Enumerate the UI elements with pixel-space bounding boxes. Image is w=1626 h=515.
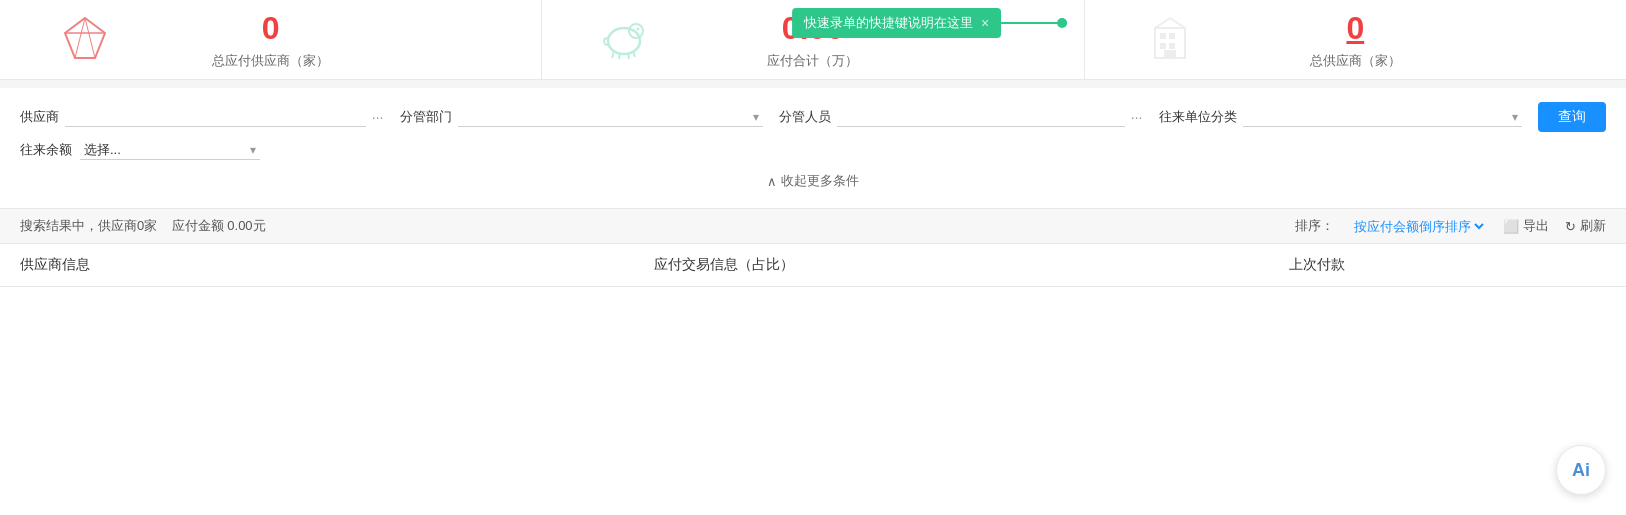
- svg-rect-13: [1169, 33, 1175, 39]
- diamond-icon: [60, 13, 110, 67]
- results-text: 搜索结果中，供应商0家: [20, 218, 157, 233]
- tooltip-dot: [1057, 18, 1067, 28]
- query-button[interactable]: 查询: [1538, 102, 1606, 132]
- svg-rect-15: [1169, 43, 1175, 49]
- collapse-up-icon: ∧: [767, 174, 777, 189]
- svg-line-7: [612, 51, 614, 58]
- collapse-button[interactable]: ∧ 收起更多条件: [767, 172, 859, 190]
- results-bar-right: 排序： 按应付会额倒序排序 ⬜ 导出 ↻ 刷新: [1295, 217, 1606, 235]
- svg-line-17: [1155, 18, 1170, 28]
- svg-rect-16: [1164, 50, 1176, 58]
- total-suppliers-number: 0: [1346, 9, 1364, 47]
- unit-class-select[interactable]: [1243, 107, 1523, 127]
- table-header: 供应商信息 应付交易信息（占比） 上次付款: [0, 244, 1626, 287]
- tooltip-close-btn[interactable]: ×: [981, 15, 989, 31]
- stats-total-suppliers: 0 总供应商（家）: [1085, 0, 1626, 79]
- stats-bar: 0 总应付供应商（家） 快速录单的快捷键说明在这里 × 0.00 应付合计（万）: [0, 0, 1626, 80]
- unit-class-filter-group: 往来单位分类 ▾: [1159, 107, 1523, 127]
- payable-total-label: 应付合计（万）: [767, 52, 858, 70]
- balance-label: 往来余额: [20, 141, 72, 159]
- unit-class-label: 往来单位分类: [1159, 108, 1237, 126]
- sort-label: 排序：: [1295, 217, 1334, 235]
- export-icon: ⬜: [1503, 219, 1519, 234]
- svg-rect-12: [1160, 33, 1166, 39]
- col-header-transaction: 应付交易信息（占比）: [654, 256, 1288, 274]
- results-amount: 应付金额 0.00元: [172, 218, 266, 233]
- svg-rect-14: [1160, 43, 1166, 49]
- refresh-label: 刷新: [1580, 217, 1606, 235]
- building-icon: [1145, 13, 1195, 67]
- tooltip-text: 快速录单的快捷键说明在这里: [804, 14, 973, 32]
- svg-line-18: [1170, 18, 1185, 28]
- results-bar: 搜索结果中，供应商0家 应付金额 0.00元 排序： 按应付会额倒序排序 ⬜ 导…: [0, 209, 1626, 244]
- shortcut-tooltip: 快速录单的快捷键说明在这里 ×: [792, 8, 1001, 38]
- stats-total-payable-suppliers: 0 总应付供应商（家）: [0, 0, 542, 79]
- department-label: 分管部门: [400, 108, 452, 126]
- svg-line-8: [619, 53, 620, 59]
- balance-select[interactable]: 选择...: [80, 140, 260, 160]
- total-payable-number: 0: [262, 9, 280, 47]
- collapse-row: ∧ 收起更多条件: [20, 168, 1606, 198]
- person-input[interactable]: [837, 107, 1125, 127]
- results-summary: 搜索结果中，供应商0家 应付金额 0.00元: [20, 217, 266, 235]
- col-header-last-payment: 上次付款: [1289, 256, 1606, 274]
- total-payable-label: 总应付供应商（家）: [212, 52, 329, 70]
- filter-row-2: 往来余额 选择... ▾: [20, 140, 1606, 160]
- filter-row-1: 供应商 ··· 分管部门 ▾ 分管人员 ··· 往来单位分类: [20, 102, 1606, 132]
- ai-badge[interactable]: Ai: [1556, 445, 1606, 495]
- supplier-label: 供应商: [20, 108, 59, 126]
- col-header-supplier: 供应商信息: [20, 256, 654, 274]
- svg-line-9: [628, 53, 629, 59]
- collapse-label: 收起更多条件: [781, 172, 859, 190]
- table-body: [0, 287, 1626, 515]
- balance-select-wrapper: 选择... ▾: [80, 140, 260, 160]
- supplier-input[interactable]: [65, 107, 366, 127]
- balance-filter-group: 往来余额 选择... ▾: [20, 140, 260, 160]
- sort-select[interactable]: 按应付会额倒序排序: [1350, 218, 1487, 235]
- svg-point-6: [637, 27, 640, 30]
- supplier-dots-btn[interactable]: ···: [372, 109, 384, 125]
- refresh-icon: ↻: [1565, 219, 1576, 234]
- piggy-icon: [602, 13, 652, 67]
- department-select[interactable]: [458, 107, 764, 127]
- person-dots-btn[interactable]: ···: [1131, 109, 1143, 125]
- export-label: 导出: [1523, 217, 1549, 235]
- filter-bar: 供应商 ··· 分管部门 ▾ 分管人员 ··· 往来单位分类: [0, 88, 1626, 209]
- svg-marker-0: [65, 18, 105, 58]
- stats-payable-total: 快速录单的快捷键说明在这里 × 0.00 应付合计（万）: [542, 0, 1084, 79]
- supplier-filter-group: 供应商 ···: [20, 107, 384, 127]
- unit-class-select-wrapper: ▾: [1243, 107, 1523, 127]
- svg-point-4: [608, 28, 640, 54]
- total-suppliers-label: 总供应商（家）: [1310, 52, 1401, 70]
- export-button[interactable]: ⬜ 导出: [1503, 217, 1549, 235]
- person-filter-group: 分管人员 ···: [779, 107, 1143, 127]
- refresh-button[interactable]: ↻ 刷新: [1565, 217, 1606, 235]
- person-label: 分管人员: [779, 108, 831, 126]
- department-select-wrapper: ▾: [458, 107, 764, 127]
- department-filter-group: 分管部门 ▾: [400, 107, 764, 127]
